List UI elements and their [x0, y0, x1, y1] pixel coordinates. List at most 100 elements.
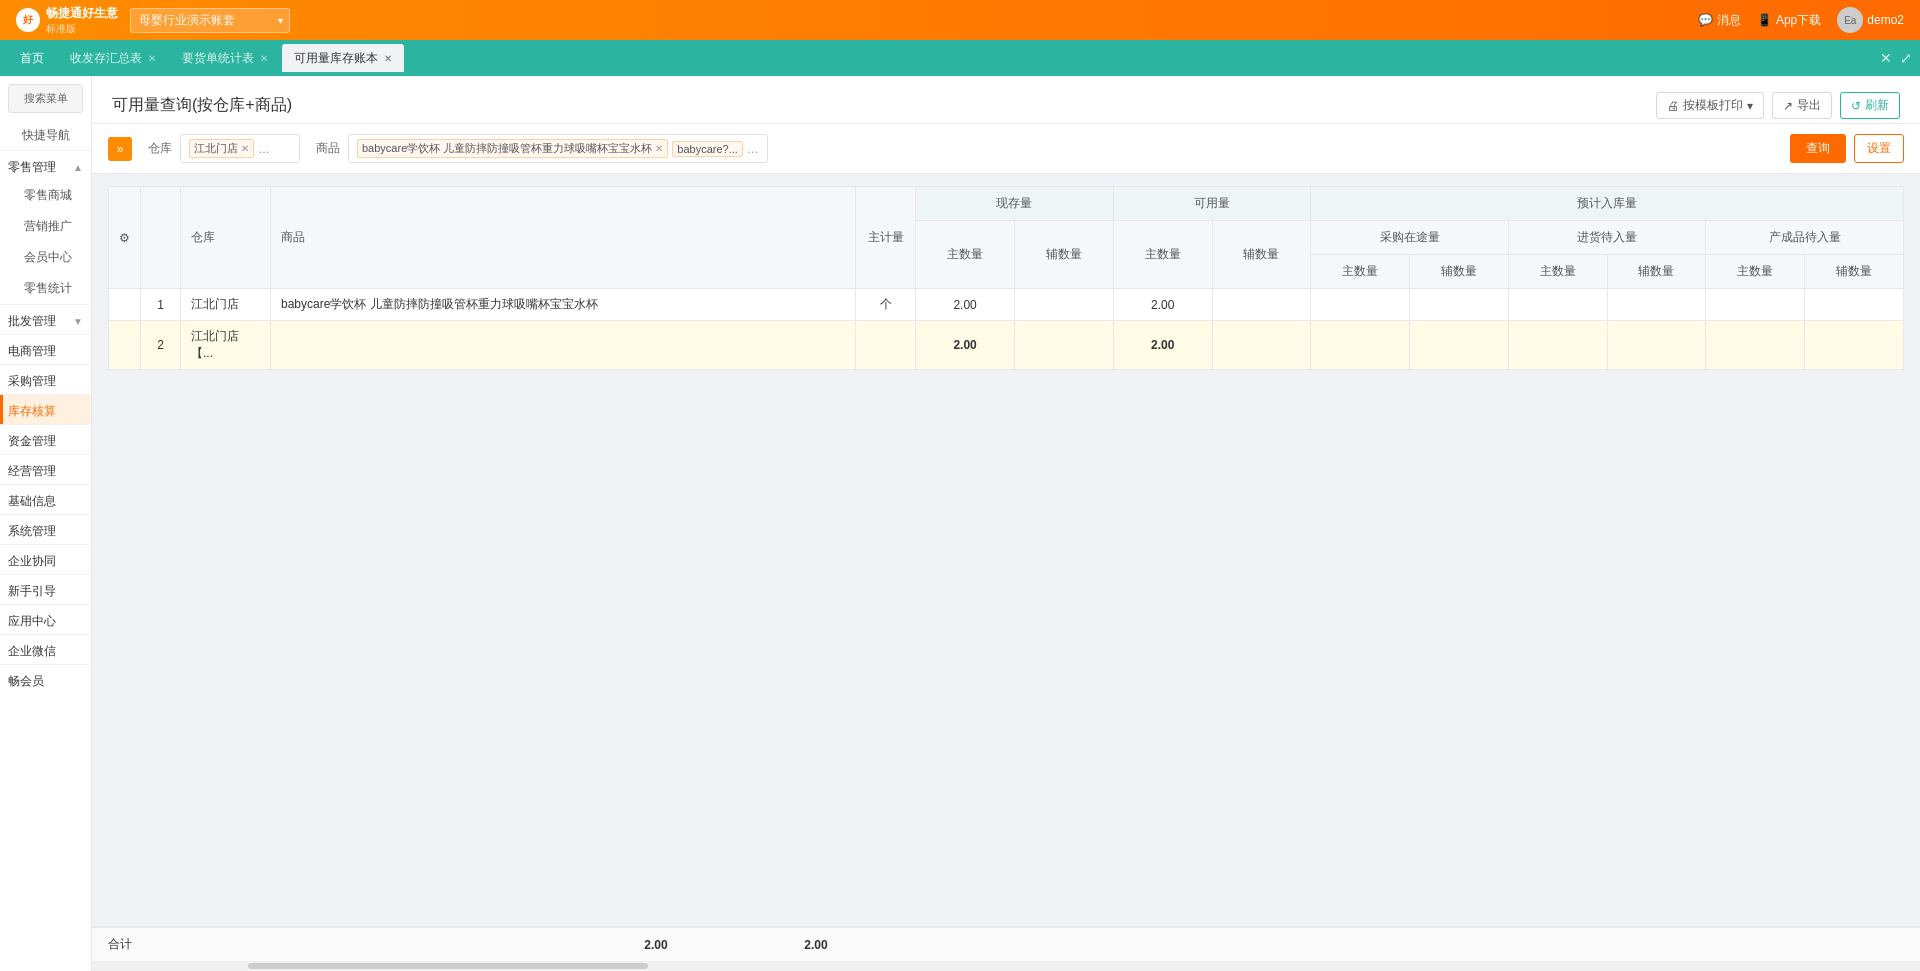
table-row: 1 江北门店 babycare学饮杯 儿童防摔防撞吸管杯重力球吸嘴杯宝宝水杯 个… — [109, 289, 1904, 321]
template-print-btn[interactable]: 🖨 按模板打印 ▾ — [1656, 92, 1764, 119]
sidebar-section-wholesale: 批发管理 ▼ — [0, 304, 91, 334]
product-label: 商品 — [316, 140, 340, 157]
main-content: 可用量查询(按仓库+商品) 🖨 按模板打印 ▾ ↗ 导出 ↺ 刷新 » — [92, 76, 1920, 971]
filter-expand-btn[interactable]: » — [108, 137, 132, 161]
tab-available-stock[interactable]: 可用量库存账本 ✕ — [282, 44, 404, 72]
sidebar-section-system-title[interactable]: 系统管理 — [0, 515, 91, 544]
row-pending-purchase-aux — [1607, 289, 1706, 321]
tab-close-order-stat[interactable]: ✕ — [260, 53, 268, 64]
subtotal-current-aux — [1014, 321, 1113, 370]
horizontal-scrollbar[interactable] — [248, 963, 648, 969]
row-purchase-transit-main — [1311, 289, 1410, 321]
scrollbar-area — [92, 961, 1920, 971]
sidebar-section-wholesale-title[interactable]: 批发管理 ▼ — [0, 305, 91, 334]
tab-order-stat[interactable]: 要货单统计表 ✕ — [170, 44, 280, 72]
table-footer: 合计 2.00 2.00 — [92, 926, 1920, 961]
warehouse-tag-remove[interactable]: ✕ — [241, 143, 249, 154]
sidebar-section-purchase: 采购管理 — [0, 364, 91, 394]
th-warehouse: 仓库 — [181, 187, 271, 289]
message-icon: 💬 — [1698, 13, 1713, 27]
tenant-selector[interactable]: 母婴行业演示账套 ▾ — [130, 8, 290, 33]
export-icon: ↗ — [1783, 99, 1793, 113]
warehouse-input[interactable]: 江北门店 ✕ … — [180, 134, 300, 163]
tab-home[interactable]: 首页 — [8, 44, 56, 72]
tab-close-available-stock[interactable]: ✕ — [384, 53, 392, 64]
subtotal-purchase-transit-aux — [1410, 321, 1509, 370]
row-product: babycare学饮杯 儿童防摔防撞吸管杯重力球吸嘴杯宝宝水杯 — [271, 289, 856, 321]
th-avail-aux: 辅数量 — [1212, 221, 1311, 289]
sidebar-section-apps-title[interactable]: 应用中心 — [0, 605, 91, 634]
product-input[interactable]: babycare学饮杯 儿童防摔防撞吸管杯重力球吸嘴杯宝宝水杯 ✕ babyca… — [348, 134, 768, 163]
subtotal-pending-aux — [1607, 321, 1706, 370]
export-btn[interactable]: ↗ 导出 — [1772, 92, 1832, 119]
sidebar-section-operation-title[interactable]: 经营管理 — [0, 455, 91, 484]
row-warehouse: 江北门店 — [181, 289, 271, 321]
logo-area: 好 畅捷通好生意 标准版 — [16, 5, 118, 36]
sidebar-item-retail-mall[interactable]: 零售商城 — [0, 180, 91, 211]
logo-text: 畅捷通好生意 标准版 — [46, 5, 118, 36]
subtotal-settings-cell — [109, 321, 141, 370]
wholesale-arrow-icon: ▼ — [73, 316, 83, 327]
subtotal-purchase-transit-main — [1311, 321, 1410, 370]
sidebar-section-basic-title[interactable]: 基础信息 — [0, 485, 91, 514]
product-more-btn[interactable]: … — [747, 142, 759, 156]
row-pending-purchase-main — [1508, 289, 1607, 321]
sidebar-section-retail-title[interactable]: 零售管理 ▲ — [0, 151, 91, 180]
th-planned-production: 产成品待入量 — [1706, 221, 1904, 255]
subtotal-warehouse: 江北门店【... — [181, 321, 271, 370]
th-available: 可用量 — [1113, 187, 1311, 221]
sidebar-section-stock: 库存核算 — [0, 394, 91, 424]
warehouse-more-btn[interactable]: … — [258, 142, 270, 156]
subtotal-unit — [856, 321, 916, 370]
refresh-icon: ↺ — [1851, 99, 1861, 113]
printer-icon: 🖨 — [1667, 99, 1679, 113]
sidebar-section-apps: 应用中心 — [0, 604, 91, 634]
sidebar-section-enterprise: 企业协同 — [0, 544, 91, 574]
sidebar-item-member[interactable]: 会员中心 — [0, 242, 91, 273]
sidebar-section-enterprise-title[interactable]: 企业协同 — [0, 545, 91, 574]
sidebar-quick-nav[interactable]: 快捷导航 — [0, 121, 91, 150]
search-menu-btn[interactable]: 搜索菜单 — [8, 84, 83, 113]
page-header: 可用量查询(按仓库+商品) 🖨 按模板打印 ▾ ↗ 导出 ↺ 刷新 — [92, 76, 1920, 124]
tab-income-expense[interactable]: 收发存汇总表 ✕ — [58, 44, 168, 72]
app-download-btn[interactable]: 📱 App下载 — [1757, 12, 1821, 29]
sidebar-section-purchase-title[interactable]: 采购管理 — [0, 365, 91, 394]
sidebar-section-ecommerce-title[interactable]: 电商管理 — [0, 335, 91, 364]
sidebar-section-changhui-title[interactable]: 畅会员 — [0, 665, 91, 694]
row-unit: 个 — [856, 289, 916, 321]
th-settings[interactable]: ⚙ — [109, 187, 141, 289]
table-scroll: ⚙ 仓库 商品 主计量 现存量 可用量 预计入库量 主数量 辅数 — [108, 186, 1904, 370]
top-bar: 好 畅捷通好生意 标准版 母婴行业演示账套 ▾ 💬 消息 📱 App下载 Ea … — [0, 0, 1920, 40]
logo-icon: 好 — [16, 8, 40, 32]
th-purchase-transit-main: 主数量 — [1311, 255, 1410, 289]
sidebar-item-retail-stat[interactable]: 零售统计 — [0, 273, 91, 304]
nav-tabs: 首页 收发存汇总表 ✕ 要货单统计表 ✕ 可用量库存账本 ✕ ✕ ⤢ — [0, 40, 1920, 76]
product-tag1-remove[interactable]: ✕ — [655, 143, 663, 154]
sidebar-section-newbie-title[interactable]: 新手引导 — [0, 575, 91, 604]
top-bar-left: 好 畅捷通好生意 标准版 母婴行业演示账套 ▾ — [16, 5, 290, 36]
user-menu[interactable]: Ea demo2 — [1837, 7, 1904, 33]
subtotal-index: 2 — [141, 321, 181, 370]
maximize-btn[interactable]: ⤢ — [1900, 50, 1912, 66]
subtotal-avail-main: 2.00 — [1113, 321, 1212, 370]
setting-btn[interactable]: 设置 — [1854, 134, 1904, 163]
subtotal-row: 2 江北门店【... 2.00 2.00 — [109, 321, 1904, 370]
message-btn[interactable]: 💬 消息 — [1698, 12, 1741, 29]
th-pending-purchase-main: 主数量 — [1508, 255, 1607, 289]
sidebar: 搜索菜单 快捷导航 零售管理 ▲ 零售商城 营销推广 会员中心 零售统计 批发管… — [0, 76, 92, 971]
sidebar-section-finance-title[interactable]: 资金管理 — [0, 425, 91, 454]
sidebar-section-wechat-title[interactable]: 企业微信 — [0, 635, 91, 664]
sidebar-section-stock-title[interactable]: 库存核算 — [0, 395, 91, 424]
sidebar-item-marketing[interactable]: 营销推广 — [0, 211, 91, 242]
th-product: 商品 — [271, 187, 856, 289]
warehouse-label: 仓库 — [148, 140, 172, 157]
row-settings-cell — [109, 289, 141, 321]
tab-close-income-expense[interactable]: ✕ — [148, 53, 156, 64]
subtotal-current-main: 2.00 — [916, 321, 1015, 370]
sidebar-section-wechat: 企业微信 — [0, 634, 91, 664]
query-btn[interactable]: 查询 — [1790, 134, 1846, 163]
th-current-stock: 现存量 — [916, 187, 1114, 221]
refresh-btn[interactable]: ↺ 刷新 — [1840, 92, 1900, 119]
close-window-btn[interactable]: ✕ — [1880, 50, 1892, 66]
sidebar-section-operation: 经营管理 — [0, 454, 91, 484]
